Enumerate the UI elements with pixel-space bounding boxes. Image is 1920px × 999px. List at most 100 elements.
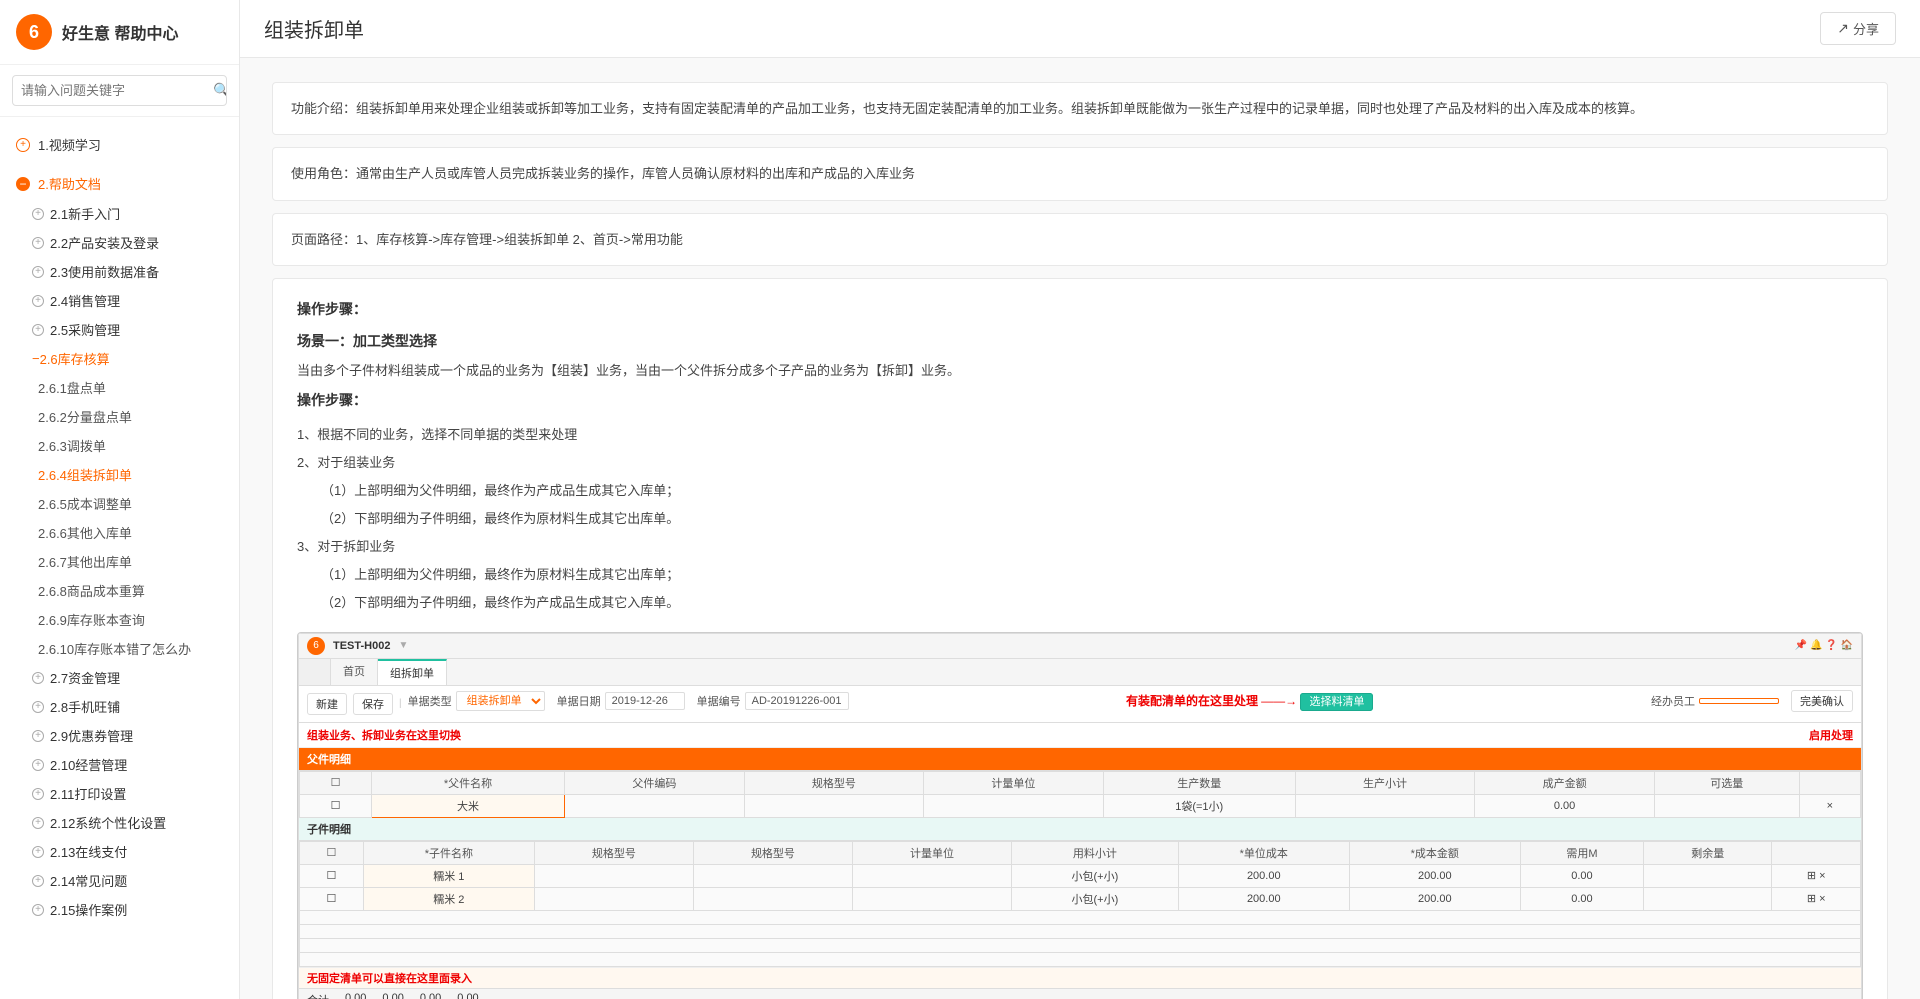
sidebar-item-262[interactable]: 2.6.2分量盘点单 [0,402,239,431]
ops-title: 操作步骤： [297,299,1863,319]
mock-screenshot: 6 TEST-H002 ▼ 📌 🔔 ❓ 🏠 首页 组拆卸单 [298,633,1862,999]
mock-field-type: 单据类型 组装拆卸单 [408,691,545,711]
step2: 2、对于组装业务 [297,450,1863,476]
step3-1: （1）上部明细为父件明细，最终作为原材料生成其它出库单； [297,562,1863,588]
step3-2: （2）下部明细为子件明细，最终作为产成品生成其它入库单。 [297,590,1863,616]
mock-footer: 合计 0.00 0.00 0.00 0.00 [299,988,1861,999]
sidebar-item-27[interactable]: + 2.7资金管理 [0,663,239,692]
mock-date-value[interactable]: 2019-12-26 [605,692,685,710]
mock-lth-subtotal: 用料小计 [1012,841,1179,864]
step2-1: （1）上部明细为父件明细，最终作为产成品生成其它入库单； [297,478,1863,504]
sidebar-item-videos[interactable]: + 1.视频学习 [0,129,239,160]
mock-lth-spec2: 规格型号 [693,841,852,864]
sidebar-label-211: 2.11打印设置 [50,784,126,803]
mock-no-value[interactable]: AD-20191226-001 [745,692,849,710]
mock-lower-row1: ☐ 糯米 1 小包(+小) 200.00 200.00 0.00 ⊞ × [300,864,1861,887]
mock-type-select[interactable]: 组装拆卸单 [456,691,545,711]
sidebar-item-25[interactable]: + 2.5采购管理 [0,315,239,344]
mock-upper-section: 父件明细 [299,748,1861,771]
mock-td-prodqty1: 1袋(=1小) [1103,794,1295,817]
sidebar-label-210: 2.10经营管理 [50,755,127,774]
mock-ltd-spec1b [693,864,852,887]
mock-topbar: 6 TEST-H002 ▼ 📌 🔔 ❓ 🏠 [299,634,1861,659]
sidebar-label-docs: 2.帮助文档 [38,174,101,193]
sidebar-item-215[interactable]: + 2.15操作案例 [0,895,239,924]
scenario1-desc: 当由多个子件材料组装成一个成品的业务为【组装】业务，当由一个父件拆分成多个子产品… [297,359,1863,384]
sidebar-item-269[interactable]: 2.6.9库存账本查询 [0,605,239,634]
sidebar-item-2610[interactable]: 2.6.10库存账本错了怎么办 [0,634,239,663]
mock-switch-row: 组装业务、拆卸业务在这里切换 启用处理 [299,723,1861,748]
mock-footer-label: 合计 [307,992,329,999]
logo-area: 6 好生意 帮助中心 [0,0,239,65]
mock-upper-table: ☐ *父件名称 父件编码 规格型号 计量单位 生产数量 生产小计 成产金额 可选… [299,771,1861,818]
share-button[interactable]: ↗ 分享 [1820,12,1896,45]
sidebar-item-26[interactable]: − 2.6库存核算 [0,344,239,373]
sidebar-item-214[interactable]: + 2.14常见问题 [0,866,239,895]
mock-org: TEST-H002 [333,640,390,652]
sidebar-label-212: 2.12系统个性化设置 [50,813,166,832]
step2-2: （2）下部明细为子件明细，最终作为原材料生成其它出库单。 [297,506,1863,532]
mock-footer-val3: 0.00 [420,992,441,999]
mock-lower-row4 [300,924,1861,938]
mock-btn-save[interactable]: 保存 [353,693,393,715]
mock-lth-needed: 需用M [1520,841,1643,864]
mock-empty-row4 [300,924,1861,938]
sidebar-item-264[interactable]: 2.6.4组装拆卸单 [0,460,239,489]
sidebar-item-212[interactable]: + 2.12系统个性化设置 [0,808,239,837]
sidebar-item-263[interactable]: 2.6.3调拨单 [0,431,239,460]
mock-ltd-name1[interactable]: 糯米 1 [363,864,534,887]
sidebar-item-213[interactable]: + 2.13在线支付 [0,837,239,866]
mock-td-name1[interactable]: 大米 [372,794,565,817]
logo-icon: 6 [16,14,52,50]
search-area: 🔍 [0,65,239,117]
sidebar-item-21[interactable]: + 2.1新手入门 [0,199,239,228]
role-block: 使用角色：通常由生产人员或库管人员完成拆装业务的操作，库管人员确认原材料的出库和… [272,147,1888,200]
mock-th-subtotal: 生产小计 [1295,771,1475,794]
sidebar-label-214: 2.14常见问题 [50,871,127,890]
step1: 1、根据不同的业务，选择不同单据的类型来处理 [297,422,1863,448]
search-icon[interactable]: 🔍 [205,76,227,105]
mock-td-code1 [565,794,745,817]
mock-ltd-name2[interactable]: 糯米 2 [363,887,534,910]
sidebar-item-docs[interactable]: − 2.帮助文档 [0,168,239,199]
sidebar-item-211[interactable]: + 2.11打印设置 [0,779,239,808]
sidebar-item-266[interactable]: 2.6.6其他入库单 [0,518,239,547]
sidebar-item-261[interactable]: 2.6.1盘点单 [0,373,239,402]
mock-btn-new[interactable]: 新建 [307,693,347,715]
mock-tabs: 首页 组拆卸单 [299,659,1861,686]
sidebar-item-22[interactable]: + 2.2产品安装及登录 [0,228,239,257]
sidebar-label-videos: 1.视频学习 [38,135,101,154]
mock-employee-input[interactable] [1699,698,1779,704]
sidebar-item-24[interactable]: + 2.4销售管理 [0,286,239,315]
search-input[interactable] [13,77,205,104]
sidebar-item-265[interactable]: 2.6.5成本调整单 [0,489,239,518]
mock-tab-assembly[interactable]: 组拆卸单 [378,659,447,685]
mock-empty-row5 [300,938,1861,952]
mock-icons: 📌 🔔 ❓ 🏠 [1795,640,1853,651]
mock-tab-home[interactable]: 首页 [331,659,378,685]
sidebar-label-27: 2.7资金管理 [50,668,120,687]
mock-field-date-label: 单据日期 [557,693,601,709]
search-box: 🔍 [12,75,227,106]
mock-btn-confirm[interactable]: 完美确认 [1791,690,1853,712]
sidebar-item-29[interactable]: + 2.9优惠券管理 [0,721,239,750]
sidebar-item-23[interactable]: + 2.3使用前数据准备 [0,257,239,286]
mock-lth-sub-name: *子件名称 [363,841,534,864]
mock-td-avail1 [1654,794,1799,817]
sidebar-item-28[interactable]: + 2.8手机旺铺 [0,692,239,721]
mock-th-actions [1799,771,1860,794]
expand-icon: + [16,138,30,152]
sidebar-item-210[interactable]: + 2.10经营管理 [0,750,239,779]
mock-ltd-remain2 [1644,887,1772,910]
content-body: 操作步骤： 场景一：加工类型选择 当由多个子件材料组装成一个成品的业务为【组装】… [272,278,1888,999]
mock-ltd-needed2: 0.00 [1520,887,1643,910]
mock-btn-select-bom[interactable]: 选择料清单 [1300,693,1373,711]
mock-annot1-area: 有装配清单的在这里处理 ——→ 选择料清单 [861,692,1639,709]
sidebar-item-268[interactable]: 2.6.8商品成本重算 [0,576,239,605]
mock-lth-remain: 剩余量 [1644,841,1772,864]
sidebar-item-267[interactable]: 2.6.7其他出库单 [0,547,239,576]
mock-empty-row6 [300,952,1861,966]
mock-ltd-spec1a [534,864,693,887]
mock-empty-row3 [300,910,1861,924]
nav-tree: + 1.视频学习 − 2.帮助文档 + 2.1新手入门 + 2.2产品安装及登录 [0,117,239,999]
